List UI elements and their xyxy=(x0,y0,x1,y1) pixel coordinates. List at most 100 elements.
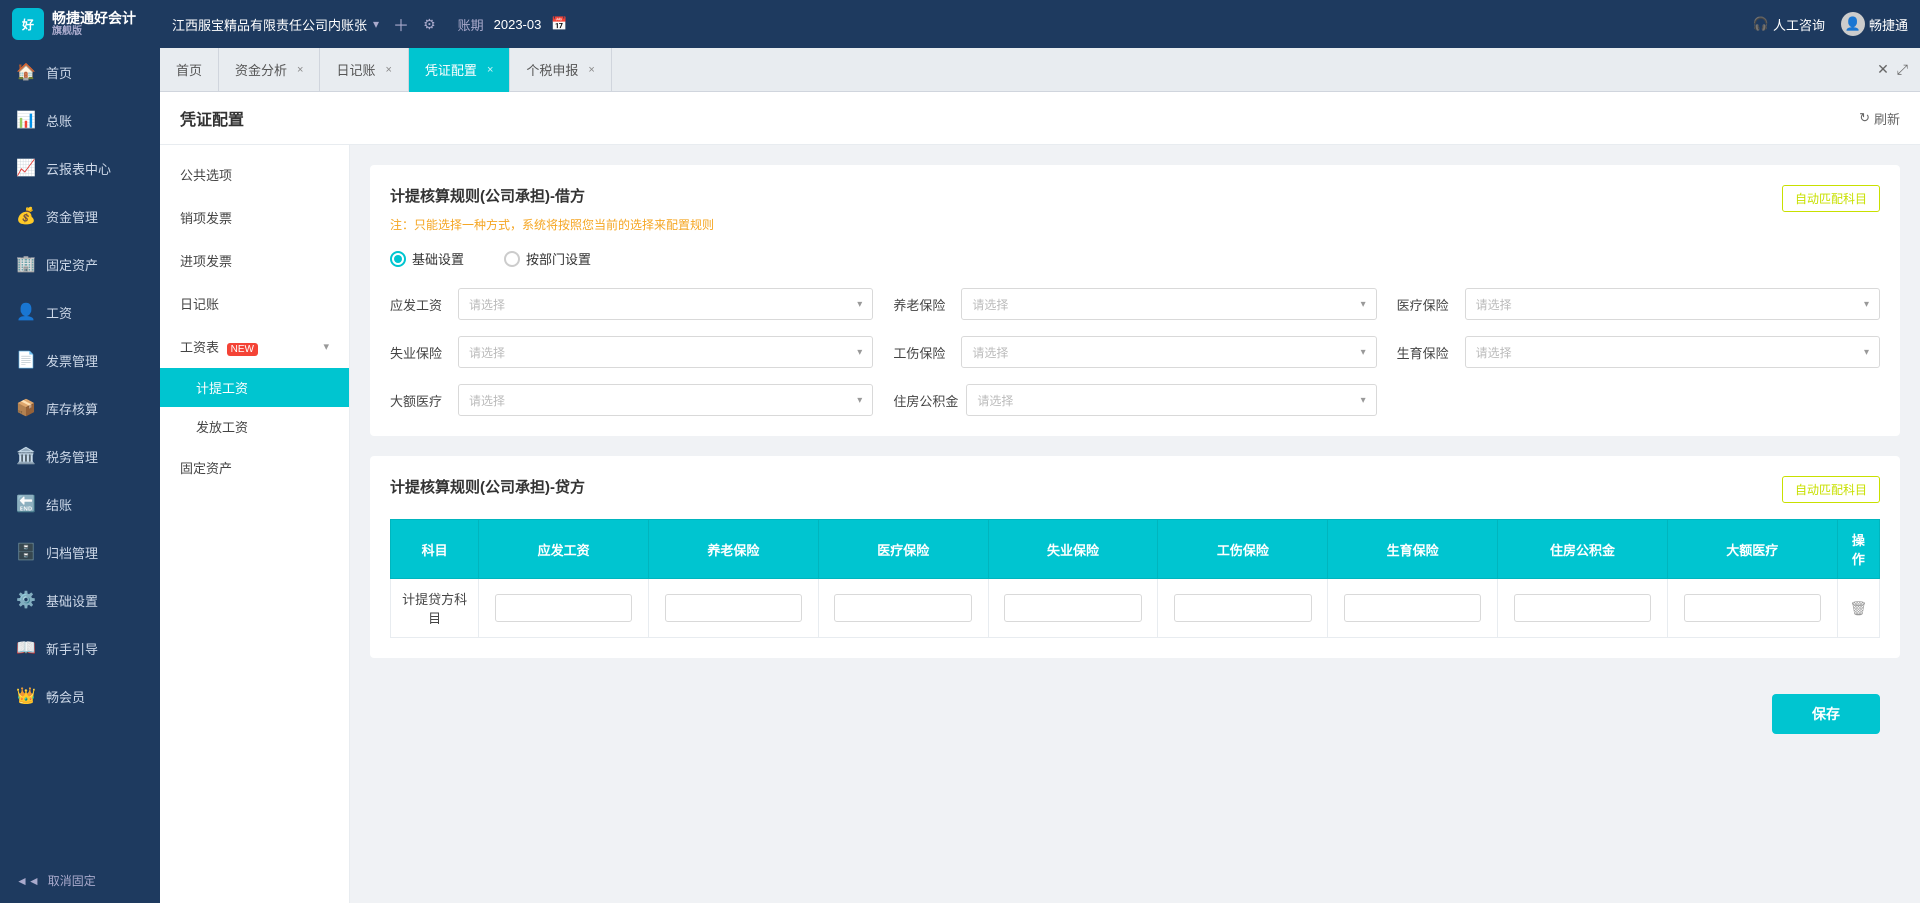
td-yingfa-input-cell xyxy=(479,579,649,638)
calendar-icon[interactable]: 📅 xyxy=(551,16,567,32)
label-daae: 大额医疗 xyxy=(390,391,450,410)
save-btn-wrapper: 保存 xyxy=(370,678,1900,750)
radio-basic-label: 基础设置 xyxy=(412,249,464,268)
input-credit-gjj[interactable] xyxy=(1514,594,1652,622)
tab-voucher-config[interactable]: 凭证配置 × xyxy=(409,48,510,92)
tab-tax-label: 个税申报 xyxy=(526,60,578,79)
tab-finance[interactable]: 资金分析 × xyxy=(219,48,320,92)
sidebar-item-reports[interactable]: 📈 云报表中心 xyxy=(0,144,160,192)
select-gongshang[interactable]: 请选择 ▾ xyxy=(961,336,1376,368)
sidebar-item-guide[interactable]: 📖 新手引导 xyxy=(0,624,160,672)
subnav-fixed-assets[interactable]: 固定资产 xyxy=(160,446,349,489)
subnav-accrual-payroll[interactable]: 计提工资 xyxy=(160,368,349,407)
sidebar-item-settings[interactable]: ⚙️ 基础设置 xyxy=(0,576,160,624)
user-avatar[interactable]: 👤 畅捷通 xyxy=(1841,12,1908,36)
field-shengyu: 生育保险 请选择 ▾ xyxy=(1397,336,1880,368)
sidebar-label-settings: 基础设置 xyxy=(46,591,98,610)
sidebar-item-finance[interactable]: 💰 资金管理 xyxy=(0,192,160,240)
th-yiliao: 医疗保险 xyxy=(818,520,988,579)
debit-auto-match-button[interactable]: 自动匹配科目 xyxy=(1782,185,1880,212)
input-credit-gongshang[interactable] xyxy=(1174,594,1312,622)
page-header: 凭证配置 ↻ 刷新 xyxy=(160,92,1920,145)
select-yanglao[interactable]: 请选择 ▾ xyxy=(961,288,1376,320)
company-name[interactable]: 江西服宝精品有限责任公司内账张 ▾ ＋ ⚙ 账期 2023-03 📅 xyxy=(172,12,1753,36)
company-dropdown-icon[interactable]: ▾ xyxy=(373,17,379,31)
field-shiye: 失业保险 请选择 ▾ xyxy=(390,336,873,368)
sidebar-item-payroll[interactable]: 👤 工资 xyxy=(0,288,160,336)
sidebar-label-inventory: 库存核算 xyxy=(46,399,98,418)
subnav-public[interactable]: 公共选项 xyxy=(160,153,349,196)
delete-row-icon[interactable]: 🗑 xyxy=(1849,600,1867,616)
sidebar-item-assets[interactable]: 🏢 固定资产 xyxy=(0,240,160,288)
input-credit-daae[interactable] xyxy=(1684,594,1822,622)
select-shengyu-arrow-icon: ▾ xyxy=(1864,347,1869,358)
subnav-fixed-assets-label: 固定资产 xyxy=(180,458,232,477)
right-panel: 计提核算规则(公司承担)-借方 注：只能选择一种方式，系统将按照您当前的选择来配… xyxy=(350,145,1920,903)
sidebar-item-home[interactable]: 🏠 首页 xyxy=(0,48,160,96)
tab-finance-close[interactable]: × xyxy=(297,64,303,76)
label-yiliao: 医疗保险 xyxy=(1397,295,1457,314)
tab-journal[interactable]: 日记账 × xyxy=(320,48,408,92)
sidebar-item-archive[interactable]: 🗄️ 归档管理 xyxy=(0,528,160,576)
subnav-pay-payroll[interactable]: 发放工资 xyxy=(160,407,349,446)
credit-auto-match-button[interactable]: 自动匹配科目 xyxy=(1782,476,1880,503)
sidebar-item-tax[interactable]: 🏛️ 税务管理 xyxy=(0,432,160,480)
th-shengyu: 生育保险 xyxy=(1328,520,1498,579)
tab-journal-close[interactable]: × xyxy=(385,64,391,76)
debit-form-grid: 应发工资 请选择 ▾ 养老保险 请选择 ▾ xyxy=(390,288,1880,416)
tab-tax[interactable]: 个税申报 × xyxy=(510,48,611,92)
subnav-public-label: 公共选项 xyxy=(180,165,232,184)
sidebar-item-inventory[interactable]: 📦 库存核算 xyxy=(0,384,160,432)
subnav-sales-invoice[interactable]: 销项发票 xyxy=(160,196,349,239)
tab-end-icons: ✕ ⤢ xyxy=(1865,61,1920,78)
support-label[interactable]: 🎧 人工咨询 xyxy=(1753,15,1825,34)
save-button[interactable]: 保存 xyxy=(1772,694,1880,734)
input-credit-yanglao[interactable] xyxy=(665,594,803,622)
settings-icon[interactable]: ⚙ xyxy=(423,16,436,33)
tax-icon: 🏛️ xyxy=(16,446,36,466)
tab-home[interactable]: 首页 xyxy=(160,48,219,92)
radio-group: 基础设置 按部门设置 xyxy=(390,249,1880,268)
th-shiye: 失业保险 xyxy=(988,520,1158,579)
select-yanglao-arrow-icon: ▾ xyxy=(1361,299,1366,310)
sidebar-item-ledger[interactable]: 📊 总账 xyxy=(0,96,160,144)
refresh-button[interactable]: ↻ 刷新 xyxy=(1859,109,1900,128)
select-shiye[interactable]: 请选择 ▾ xyxy=(458,336,873,368)
tab-home-label: 首页 xyxy=(176,60,202,79)
select-gjj-arrow-icon: ▾ xyxy=(1361,395,1366,406)
refresh-icon: ↻ xyxy=(1859,110,1870,126)
select-daae[interactable]: 请选择 ▾ xyxy=(458,384,873,416)
select-gjj[interactable]: 请选择 ▾ xyxy=(966,384,1376,416)
select-yingfa[interactable]: 请选择 ▾ xyxy=(458,288,873,320)
radio-basic-circle xyxy=(390,251,406,267)
subnav-purchase-invoice[interactable]: 进项发票 xyxy=(160,239,349,282)
debit-section-title: 计提核算规则(公司承担)-借方 xyxy=(390,185,714,206)
add-company-icon[interactable]: ＋ xyxy=(393,12,409,36)
sidebar-unpin[interactable]: ◄◄ 取消固定 xyxy=(0,858,160,903)
radio-basic[interactable]: 基础设置 xyxy=(390,249,464,268)
subnav-journal[interactable]: 日记账 xyxy=(160,282,349,325)
input-credit-shiye[interactable] xyxy=(1004,594,1142,622)
input-credit-yingfa[interactable] xyxy=(495,594,633,622)
sidebar-item-vip[interactable]: 👑 畅会员 xyxy=(0,672,160,720)
subnav-payroll-group[interactable]: 工资表 NEW ▾ xyxy=(160,325,349,368)
td-gjj-input-cell xyxy=(1498,579,1668,638)
tab-close-all-icon[interactable]: ✕ xyxy=(1877,61,1889,78)
tab-tax-close[interactable]: × xyxy=(588,64,594,76)
radio-dept[interactable]: 按部门设置 xyxy=(504,249,591,268)
tab-voucher-close[interactable]: × xyxy=(487,64,493,76)
debit-header-row: 计提核算规则(公司承担)-借方 注：只能选择一种方式，系统将按照您当前的选择来配… xyxy=(390,185,1880,249)
td-yanglao-input-cell xyxy=(649,579,819,638)
td-shengyu-input-cell xyxy=(1328,579,1498,638)
sidebar-label-guide: 新手引导 xyxy=(46,639,98,658)
input-credit-shengyu[interactable] xyxy=(1344,594,1482,622)
sidebar-item-close[interactable]: 🔚 结账 xyxy=(0,480,160,528)
td-daae-input-cell xyxy=(1667,579,1837,638)
select-shengyu[interactable]: 请选择 ▾ xyxy=(1465,336,1880,368)
sub-nav: 公共选项 销项发票 进项发票 日记账 工资表 NEW ▾ xyxy=(160,145,350,903)
sidebar-item-invoices[interactable]: 📄 发票管理 xyxy=(0,336,160,384)
select-yiliao[interactable]: 请选择 ▾ xyxy=(1465,288,1880,320)
tab-expand-icon[interactable]: ⤢ xyxy=(1897,61,1908,78)
input-credit-yiliao[interactable] xyxy=(834,594,972,622)
page-title: 凭证配置 xyxy=(180,106,244,130)
